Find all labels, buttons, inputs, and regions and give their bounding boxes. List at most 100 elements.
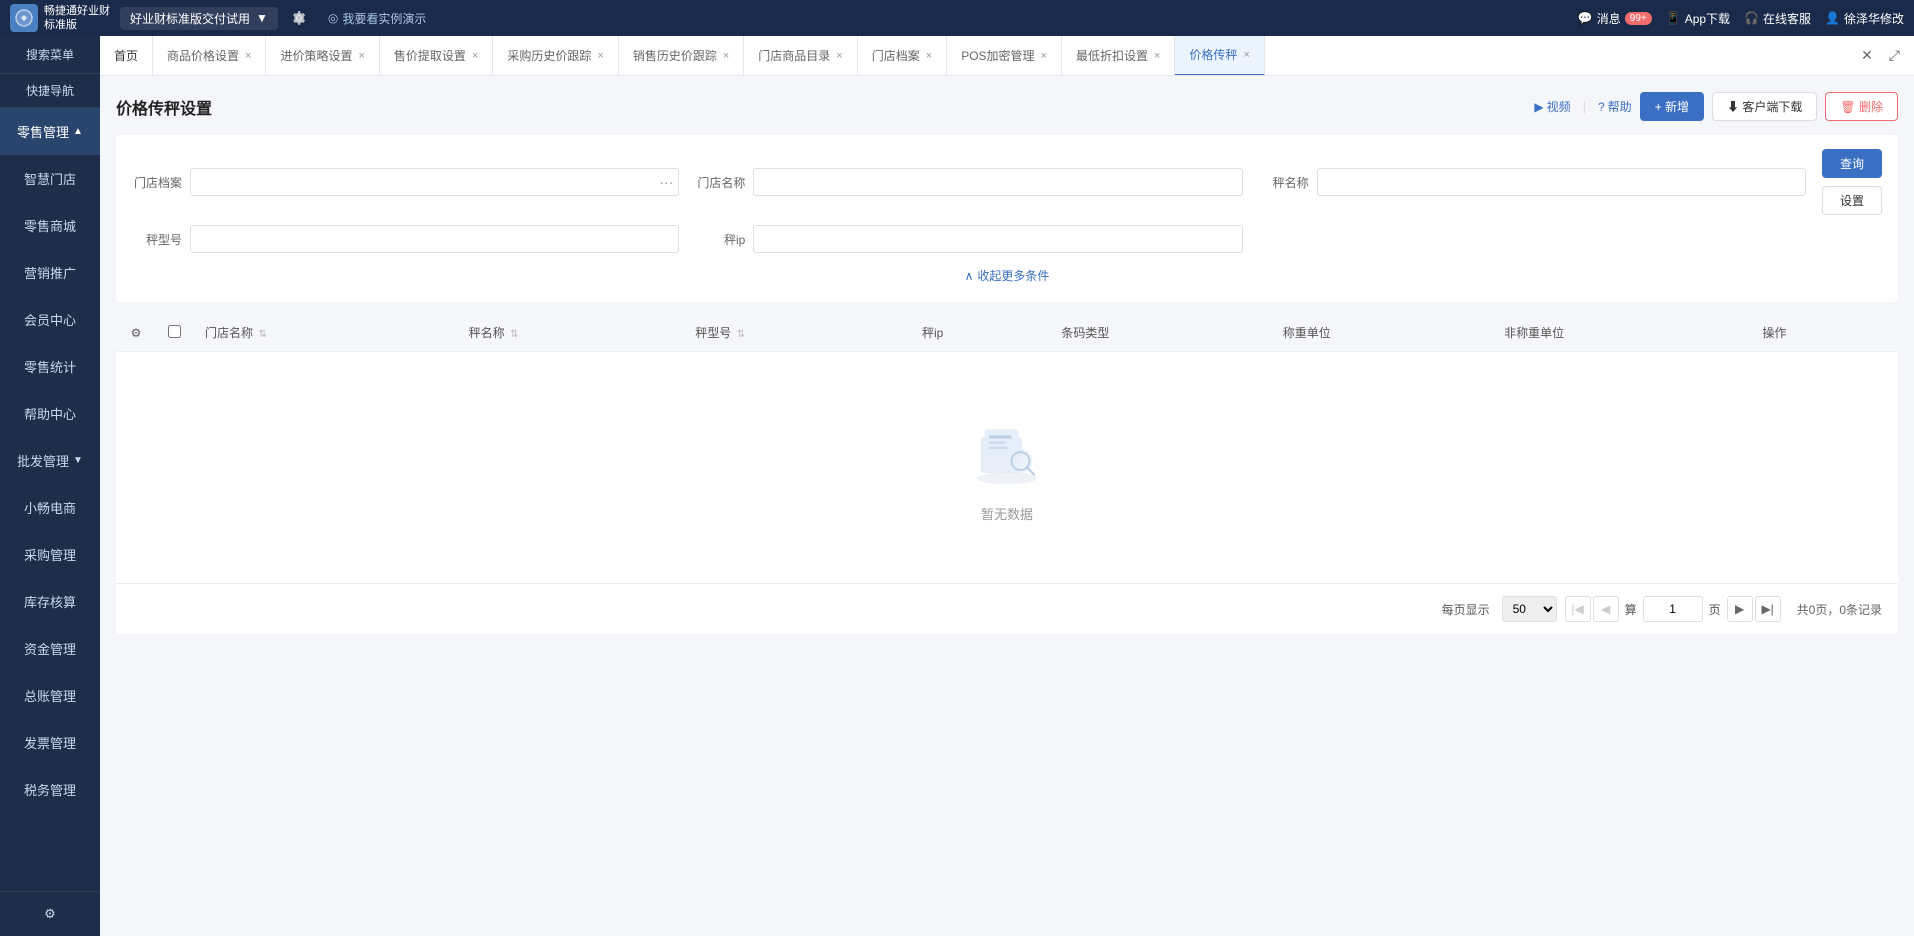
close-icon[interactable]: × (1243, 49, 1249, 61)
filter-scale-ip: 秤ip (695, 225, 1242, 253)
table-checkbox-header[interactable] (156, 314, 193, 352)
close-icon[interactable]: × (245, 50, 251, 62)
filter-scale-model: 秤型号 (132, 225, 679, 253)
close-icon[interactable]: × (1041, 50, 1047, 62)
sidebar-item-ecommerce[interactable]: 小畅电商 (0, 484, 100, 531)
scale-ip-label: 秤ip (695, 231, 745, 248)
message-button[interactable]: 💬 消息 99+ (1578, 10, 1652, 27)
close-tab-button[interactable]: ✕ (1855, 45, 1879, 66)
sidebar-item-label: 税务管理 (24, 780, 76, 799)
page-suffix: 页 (1709, 601, 1721, 618)
sort-icon[interactable]: ⇅ (737, 329, 745, 340)
sidebar-settings-button[interactable]: ⚙ (0, 891, 100, 936)
store-file-input[interactable] (190, 168, 679, 196)
tab-store-files[interactable]: 门店档案 × (858, 36, 947, 76)
app-download-button[interactable]: 📱 App下载 (1666, 10, 1730, 27)
close-icon[interactable]: × (836, 50, 842, 62)
message-icon: 💬 (1578, 11, 1593, 25)
separator: | (1583, 99, 1586, 114)
close-icon[interactable]: × (472, 50, 478, 62)
video-link[interactable]: ▶ 视频 (1534, 98, 1570, 115)
restore-tab-button[interactable]: ⤢ (1883, 45, 1906, 66)
tab-store-catalog[interactable]: 门店商品目录 × (744, 36, 857, 76)
close-icon[interactable]: × (1154, 50, 1160, 62)
filter-store-file: 门店档案 ··· (132, 168, 679, 196)
download-client-button[interactable]: ⬇ 客户端下载 (1712, 92, 1817, 121)
scale-model-input[interactable] (190, 225, 679, 253)
sidebar-item-smart-store[interactable]: 智慧门店 (0, 155, 100, 202)
tab-price-scale[interactable]: 价格传秤 × (1175, 36, 1264, 76)
top-settings-button[interactable] (286, 5, 312, 31)
page-title: 价格传秤设置 (116, 95, 212, 119)
online-service-button[interactable]: 🎧 在线客服 (1744, 10, 1811, 27)
sidebar-item-purchase[interactable]: 采购管理 (0, 531, 100, 578)
chevron-down-icon: ▼ (73, 455, 83, 466)
version-select[interactable]: 好业财标准版交付试用 ▼ (120, 7, 278, 30)
tab-product-price[interactable]: 商品价格设置 × (153, 36, 266, 76)
current-page-input[interactable] (1643, 596, 1703, 622)
select-all-checkbox[interactable] (168, 325, 181, 338)
close-icon[interactable]: × (723, 50, 729, 62)
tab-sales-history[interactable]: 销售历史价跟踪 × (619, 36, 744, 76)
sort-icon[interactable]: ⇅ (510, 329, 518, 340)
sidebar-item-label: 批发管理 (17, 451, 69, 470)
tab-home[interactable]: 首页 (100, 36, 153, 76)
scale-name-input[interactable] (1317, 168, 1806, 196)
page-actions: ▶ 视频 | ? 帮助 + 新增 ⬇ 客户端下载 (1534, 92, 1898, 121)
sidebar-item-wholesale[interactable]: 批发管理 ▼ (0, 437, 100, 484)
sidebar-item-label: 资金管理 (24, 639, 76, 658)
store-name-label: 门店名称 (695, 174, 745, 191)
table-settings-header[interactable]: ⚙ (116, 314, 156, 352)
delete-button[interactable]: 🗑 删除 (1825, 92, 1898, 121)
user-menu[interactable]: 👤 徐泽华修改 (1825, 10, 1904, 27)
sidebar-quick-nav[interactable]: 快捷导航 (0, 74, 100, 108)
sidebar-item-member-center[interactable]: 会员中心 (0, 296, 100, 343)
tab-pos-management[interactable]: POS加密管理 × (947, 36, 1062, 76)
empty-state: 暂无数据 (116, 352, 1898, 583)
collapse-filter-button[interactable]: ∧ 收起更多条件 (965, 263, 1050, 288)
scale-model-label: 秤型号 (132, 231, 182, 248)
tab-purchase-strategy[interactable]: 进价策略设置 × (266, 36, 379, 76)
sidebar-item-retail-mall[interactable]: 零售商城 (0, 202, 100, 249)
first-page-button[interactable]: |◀ (1565, 596, 1591, 622)
add-button[interactable]: + 新增 (1640, 92, 1704, 121)
store-name-input[interactable] (753, 168, 1242, 196)
sidebar-item-ledger[interactable]: 总账管理 (0, 672, 100, 719)
help-link[interactable]: ? 帮助 (1598, 98, 1632, 115)
settings-filter-button[interactable]: 设置 (1822, 186, 1882, 215)
scale-ip-input[interactable] (753, 225, 1242, 253)
prev-page-button[interactable]: ◀ (1593, 596, 1619, 622)
chevron-down-icon: ▼ (256, 11, 268, 25)
ellipsis-icon[interactable]: ··· (659, 174, 673, 190)
help-icon: ? (1598, 100, 1605, 114)
query-button[interactable]: 查询 (1822, 149, 1882, 178)
sidebar-item-tax[interactable]: 税务管理 (0, 766, 100, 813)
sidebar-item-finance[interactable]: 资金管理 (0, 625, 100, 672)
close-icon[interactable]: × (597, 50, 603, 62)
sidebar-item-label: 库存核算 (24, 592, 76, 611)
close-icon[interactable]: × (358, 50, 364, 62)
tab-purchase-history[interactable]: 采购历史价跟踪 × (493, 36, 618, 76)
per-page-select[interactable]: 10 20 50 100 (1502, 596, 1557, 622)
demo-link[interactable]: ◎ 我要看实例演示 (328, 10, 427, 27)
sidebar-item-inventory[interactable]: 库存核算 (0, 578, 100, 625)
tab-price-extract[interactable]: 售价提取设置 × (380, 36, 493, 76)
sidebar-item-help-center[interactable]: 帮助中心 (0, 390, 100, 437)
sidebar-item-retail-stats[interactable]: 零售统计 (0, 343, 100, 390)
sidebar-item-invoice[interactable]: 发票管理 (0, 719, 100, 766)
sidebar-item-retail-management[interactable]: 零售管理 ▲ (0, 108, 100, 155)
pagination: 每页显示 10 20 50 100 |◀ ◀ 算 页 (116, 583, 1898, 634)
sidebar-item-label: 帮助中心 (24, 404, 76, 423)
sidebar-item-label: 智慧门店 (24, 169, 76, 188)
last-page-button[interactable]: ▶| (1755, 596, 1781, 622)
close-icon[interactable]: × (926, 50, 932, 62)
sidebar-item-marketing[interactable]: 营销推广 (0, 249, 100, 296)
store-file-label: 门店档案 (132, 174, 182, 191)
filter-row-1: 门店档案 ··· 门店名称 秤名称 (132, 149, 1882, 215)
per-page-label: 每页显示 (1442, 601, 1490, 618)
next-page-button[interactable]: ▶ (1727, 596, 1753, 622)
service-icon: 🎧 (1744, 11, 1759, 25)
sort-icon[interactable]: ⇅ (258, 329, 266, 340)
tab-discount-settings[interactable]: 最低折扣设置 × (1062, 36, 1175, 76)
sidebar-search[interactable]: 搜索菜单 (0, 36, 100, 74)
